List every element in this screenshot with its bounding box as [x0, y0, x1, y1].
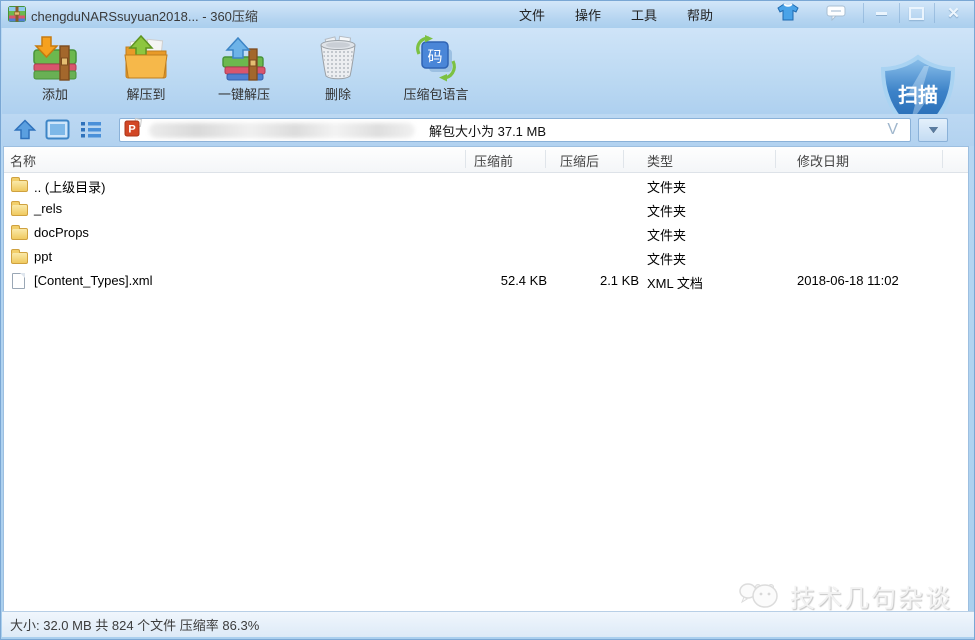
menubar: 文件 操作 工具 帮助	[504, 1, 728, 28]
maximize-button[interactable]	[900, 1, 933, 25]
minimize-button[interactable]	[865, 1, 898, 25]
file-icon	[11, 272, 29, 290]
column-separator	[545, 150, 546, 168]
titlebar-separator	[863, 3, 864, 23]
up-directory-button[interactable]	[12, 118, 38, 142]
menu-file[interactable]: 文件	[504, 1, 560, 29]
redacted-filename	[149, 122, 415, 138]
titlebar[interactable]: chengduNARSsuyuan2018... - 360压缩 文件 操作 工…	[1, 1, 974, 28]
file-type: 文件夹	[647, 204, 687, 219]
titlebar-separator	[934, 3, 935, 23]
file-type: 文件夹	[647, 180, 687, 195]
folder-icon	[11, 224, 29, 242]
table-row-docprops[interactable]: docProps 文件夹	[4, 221, 968, 245]
folder-icon	[11, 248, 29, 266]
watermark: 技术几句杂谈	[738, 579, 952, 615]
close-button[interactable]: ✕	[937, 1, 970, 25]
lang-char: 码	[427, 49, 442, 66]
file-type: XML 文档	[647, 276, 703, 291]
table-row-ppt[interactable]: ppt 文件夹	[4, 245, 968, 269]
comment-icon	[826, 4, 846, 26]
delete-button[interactable]: 删除	[294, 30, 382, 116]
menu-help[interactable]: 帮助	[672, 1, 728, 29]
close-icon: ✕	[947, 5, 960, 22]
up-arrow-icon	[13, 119, 37, 140]
file-list: 名称 压缩前 压缩后 类型 修改日期 .. (上级目录) 文件夹 _rels 文…	[3, 146, 969, 613]
add-archive-icon	[31, 34, 79, 82]
size-after: 2.1 KB	[599, 273, 639, 288]
address-input[interactable]: P 解包大小为 37.1 MB V	[119, 117, 911, 143]
file-type: 文件夹	[647, 228, 687, 243]
watermark-text: 技术几句杂谈	[789, 585, 952, 613]
table-row-rels[interactable]: _rels 文件夹	[4, 197, 968, 221]
combo-v-glyph: V	[887, 121, 898, 138]
column-header-after[interactable]: 压缩后	[560, 151, 599, 170]
archive-language-button-label: 压缩包语言	[403, 87, 469, 102]
column-header-name[interactable]: 名称	[10, 151, 36, 170]
file-name: .. (上级目录)	[34, 180, 106, 195]
view-mode-button[interactable]	[44, 118, 70, 142]
menu-actions[interactable]: 操作	[560, 1, 616, 29]
scan-button-label: 扫描	[898, 83, 938, 107]
trash-icon	[314, 34, 362, 82]
toolbar-buttons: 添加 解压到 一键解压 删除 码 压缩包语言	[12, 30, 490, 116]
app-window: chengduNARSsuyuan2018... - 360压缩 文件 操作 工…	[0, 0, 975, 640]
shirt-icon	[777, 3, 799, 26]
panda-logo-icon	[738, 581, 782, 614]
column-header-modified[interactable]: 修改日期	[797, 151, 849, 170]
folder-icon	[11, 200, 29, 218]
column-separator	[775, 150, 776, 168]
toolbar: 添加 解压到 一键解压 删除 码 压缩包语言 扫描	[2, 28, 974, 136]
add-button[interactable]: 添加	[12, 30, 98, 116]
file-name: [Content_Types].xml	[34, 273, 153, 288]
add-button-label: 添加	[41, 87, 68, 102]
table-row-content-types[interactable]: [Content_Types].xml 52.4 KB 2.1 KB XML 文…	[4, 269, 968, 293]
chevron-down-icon	[928, 127, 938, 133]
column-separator	[942, 150, 943, 168]
monitor-icon	[45, 119, 69, 140]
file-name: ppt	[34, 249, 53, 264]
file-type: 文件夹	[647, 252, 687, 267]
column-header-type[interactable]: 类型	[647, 151, 673, 170]
archive-language-button[interactable]: 码 压缩包语言	[382, 30, 490, 116]
size-before: 52.4 KB	[500, 273, 547, 288]
powerpoint-file-icon: P	[123, 117, 143, 143]
file-name: _rels	[34, 201, 63, 216]
archive-app-icon	[8, 6, 26, 22]
one-click-extract-button[interactable]: 一键解压	[194, 30, 294, 116]
menu-tools[interactable]: 工具	[616, 1, 672, 29]
column-separator	[623, 150, 624, 168]
ppt-letter: P	[128, 123, 135, 135]
window-title: chengduNARSsuyuan2018... - 360压缩	[31, 9, 258, 24]
extract-to-button[interactable]: 解压到	[98, 30, 194, 116]
address-dropdown-button[interactable]	[918, 118, 948, 142]
skin-button[interactable]	[773, 3, 803, 26]
list-view-button[interactable]	[78, 118, 104, 142]
list-icon	[81, 122, 101, 138]
maximize-icon	[909, 6, 924, 20]
folder-icon	[11, 176, 29, 194]
minimize-icon	[876, 11, 887, 15]
column-header-before[interactable]: 压缩前	[474, 151, 513, 170]
address-bar: P 解包大小为 37.1 MB V	[2, 114, 974, 146]
table-row-parent-dir[interactable]: .. (上级目录) 文件夹	[4, 173, 968, 197]
feedback-button[interactable]	[821, 4, 851, 25]
one-click-extract-button-label: 一键解压	[217, 87, 270, 102]
status-summary: 大小: 32.0 MB 共 824 个文件 压缩率 86.3%	[10, 618, 260, 633]
status-bar: 大小: 32.0 MB 共 824 个文件 压缩率 86.3%	[2, 611, 974, 637]
column-separator	[465, 150, 466, 168]
archive-language-icon: 码	[412, 34, 460, 82]
list-header: 名称 压缩前 压缩后 类型 修改日期	[4, 147, 968, 173]
extract-to-button-label: 解压到	[126, 87, 166, 102]
delete-button-label: 删除	[324, 87, 351, 102]
one-click-extract-icon	[220, 34, 268, 82]
file-name: docProps	[34, 225, 89, 240]
modified-date: 2018-06-18 11:02	[797, 273, 899, 288]
unpack-size-text: 解包大小为 37.1 MB	[429, 123, 547, 139]
extract-to-icon	[122, 34, 170, 82]
